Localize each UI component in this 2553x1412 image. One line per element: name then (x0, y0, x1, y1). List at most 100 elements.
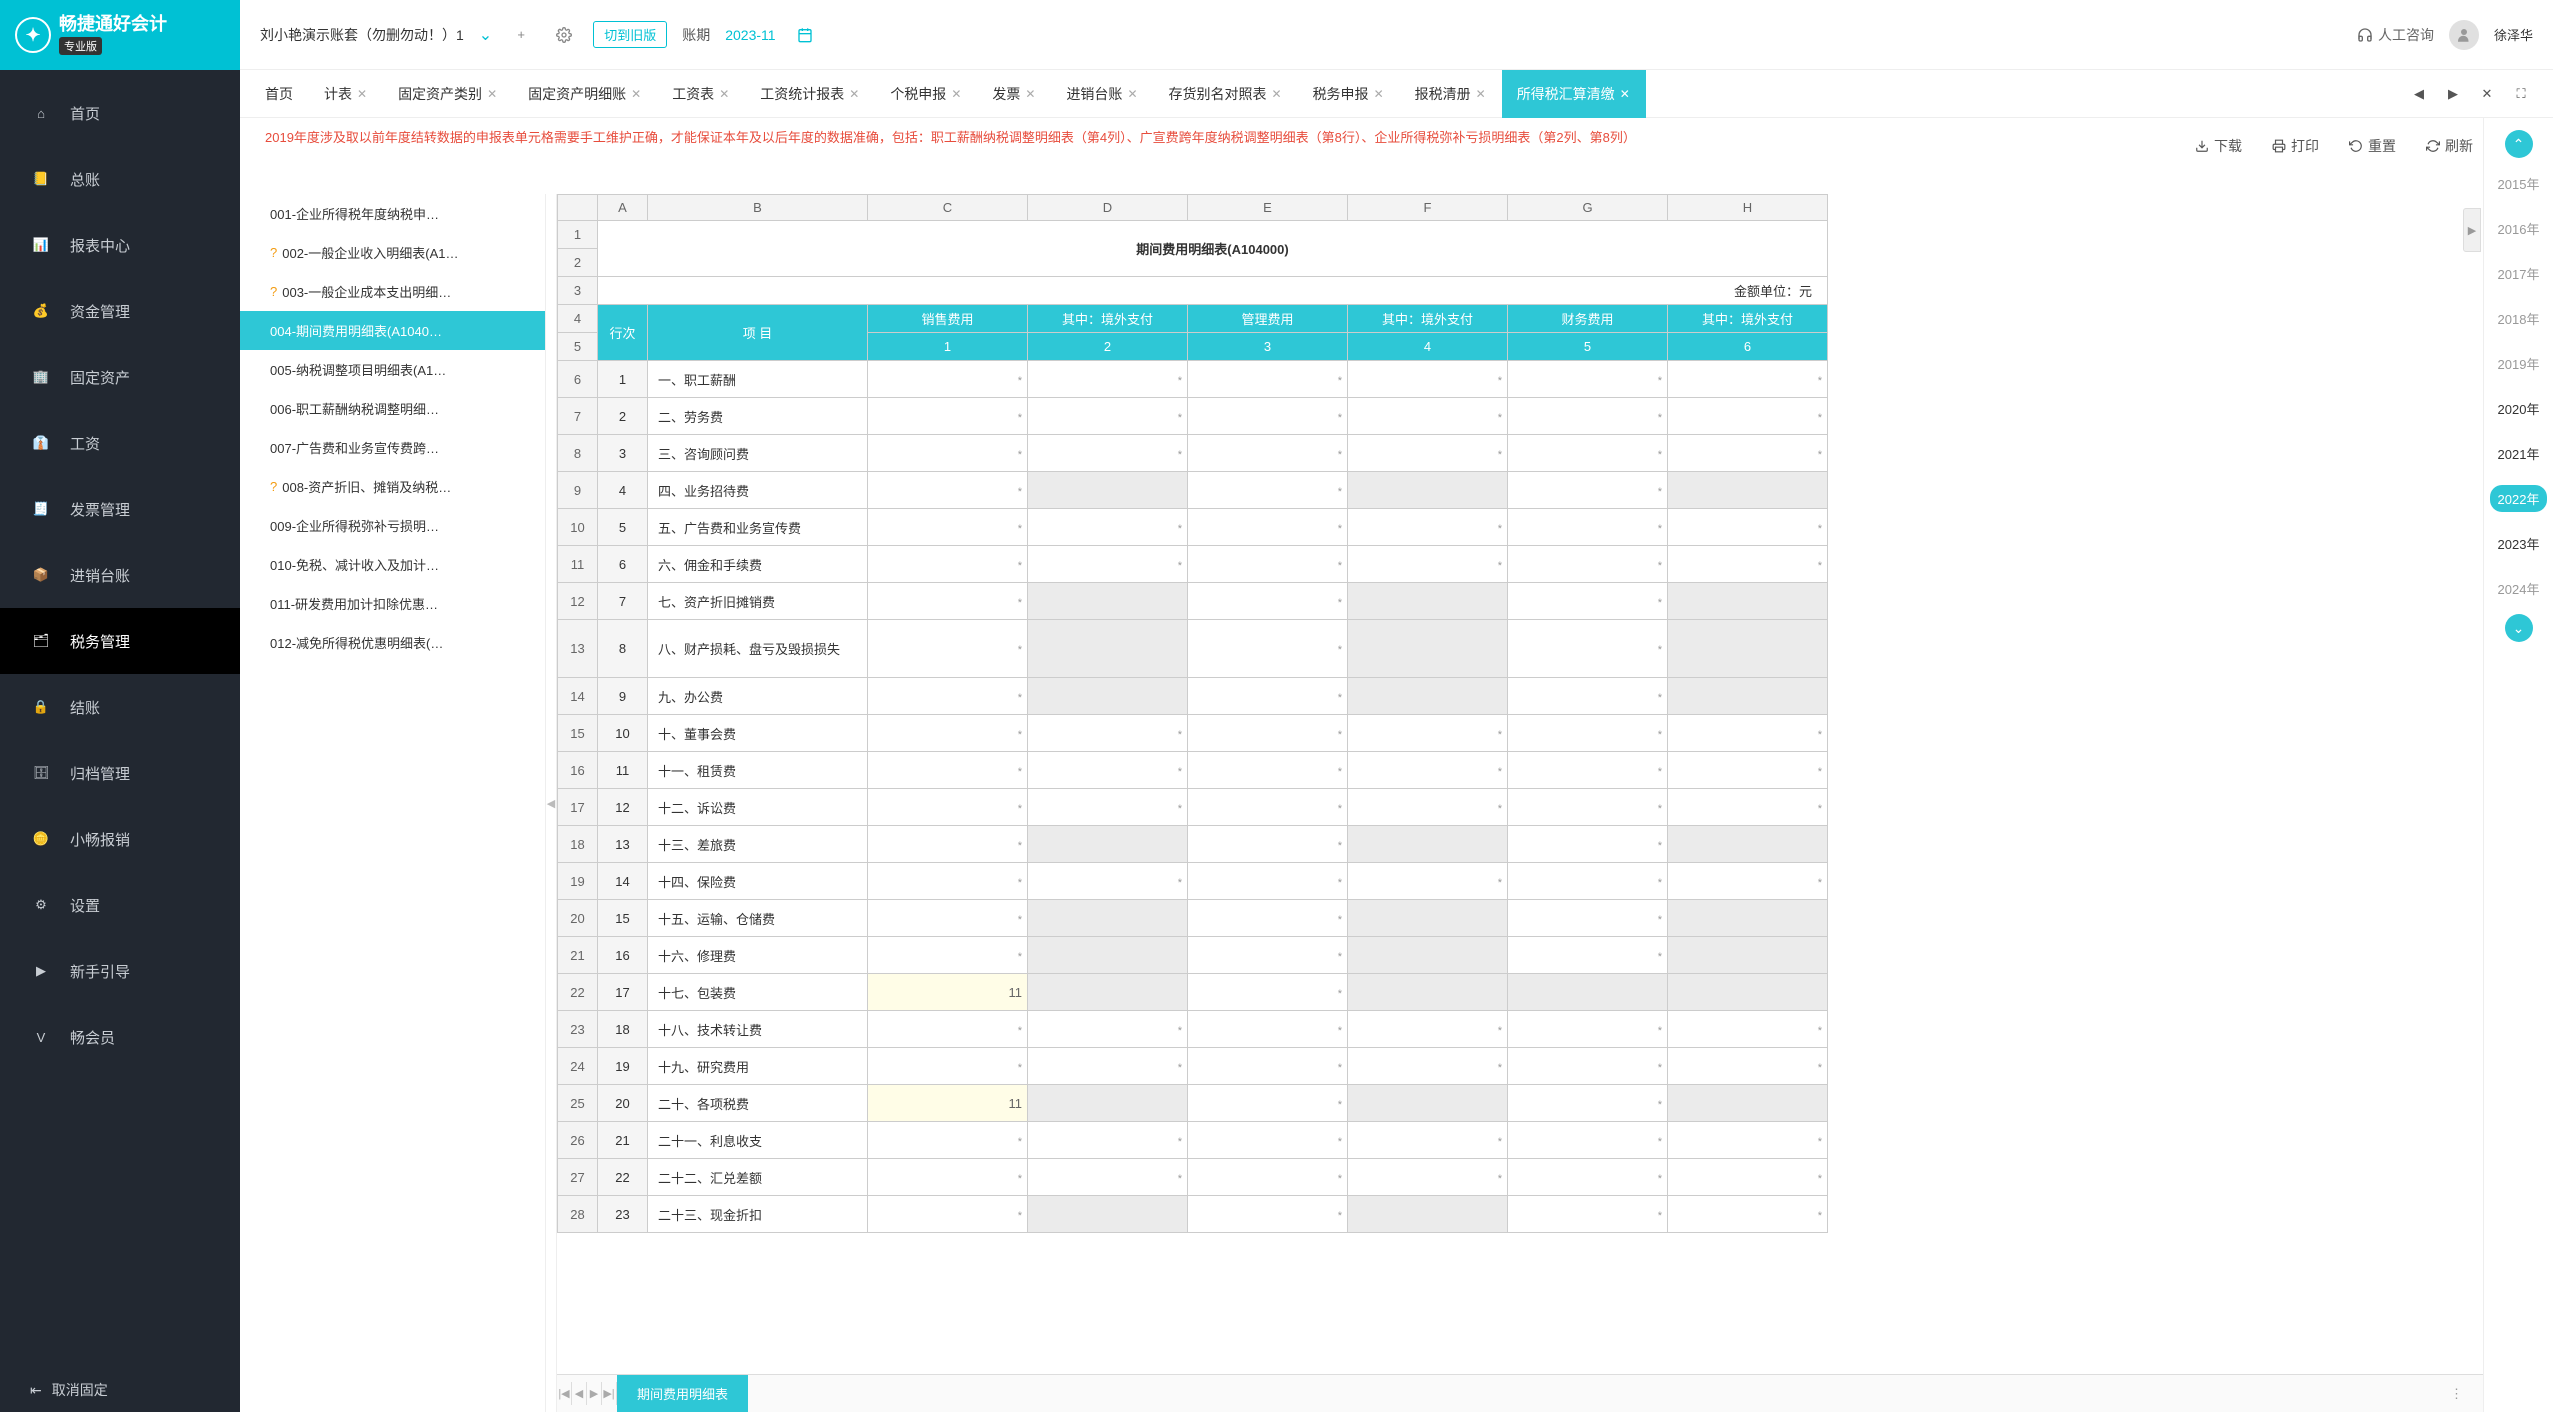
tab-11[interactable]: 报税清册✕ (1400, 70, 1502, 118)
value-cell[interactable]: * (868, 583, 1028, 620)
tab-close-icon[interactable]: ✕ (357, 87, 367, 101)
value-cell[interactable]: * (1508, 678, 1668, 715)
year-2018年[interactable]: 2018年 (2490, 305, 2548, 332)
value-cell[interactable]: * (868, 1011, 1028, 1048)
value-cell[interactable]: * (1188, 678, 1348, 715)
value-cell[interactable]: * (1668, 752, 1828, 789)
value-cell[interactable]: * (1508, 789, 1668, 826)
value-cell[interactable]: * (868, 826, 1028, 863)
nav-item-7[interactable]: 📦进销台账 (0, 542, 240, 608)
value-cell[interactable]: * (1028, 863, 1188, 900)
tab-close-icon[interactable]: ✕ (1374, 87, 1384, 101)
value-cell[interactable]: * (1028, 509, 1188, 546)
value-cell[interactable]: * (1348, 789, 1508, 826)
account-settings-button[interactable] (550, 21, 578, 49)
year-2021年[interactable]: 2021年 (2490, 440, 2548, 467)
value-cell[interactable]: * (1028, 1159, 1188, 1196)
value-cell[interactable]: * (1188, 361, 1348, 398)
value-cell[interactable]: * (1508, 1048, 1668, 1085)
value-cell[interactable]: * (868, 789, 1028, 826)
new-account-button[interactable]: + (507, 21, 535, 49)
value-cell[interactable]: * (868, 900, 1028, 937)
value-cell[interactable]: 11 (868, 1085, 1028, 1122)
value-cell[interactable]: * (868, 715, 1028, 752)
splitter[interactable]: ◀ (545, 194, 557, 1412)
tab-1[interactable]: 计表✕ (309, 70, 383, 118)
value-cell[interactable]: * (1188, 620, 1348, 678)
value-cell[interactable]: * (1508, 435, 1668, 472)
unpin-button[interactable]: ⇤ 取消固定 (0, 1368, 240, 1412)
tab-2[interactable]: 固定资产类别✕ (383, 70, 513, 118)
nav-item-9[interactable]: 🔒结账 (0, 674, 240, 740)
value-cell[interactable]: * (1188, 1159, 1348, 1196)
tab-close-icon[interactable]: ✕ (719, 87, 729, 101)
year-2016年[interactable]: 2016年 (2490, 215, 2548, 242)
switch-old-button[interactable]: 切到旧版 (593, 21, 667, 48)
tab-next-button[interactable]: ▶ (2441, 82, 2465, 106)
value-cell[interactable]: * (1508, 863, 1668, 900)
value-cell[interactable]: * (1348, 1048, 1508, 1085)
value-cell[interactable]: * (1668, 1048, 1828, 1085)
period-value[interactable]: 2023-11 (725, 27, 775, 43)
value-cell[interactable]: * (1668, 715, 1828, 752)
value-cell[interactable]: * (1188, 398, 1348, 435)
value-cell[interactable]: * (1668, 1122, 1828, 1159)
tree-item-2[interactable]: ?003-一般企业成本支出明细… (240, 272, 545, 311)
value-cell[interactable]: * (1508, 752, 1668, 789)
tab-close-icon[interactable]: ✕ (1025, 87, 1035, 101)
col-header[interactable]: A (598, 195, 648, 221)
value-cell[interactable]: * (1028, 398, 1188, 435)
value-cell[interactable]: * (1668, 1196, 1828, 1233)
value-cell[interactable]: * (868, 509, 1028, 546)
tab-close-icon[interactable]: ✕ (849, 87, 859, 101)
year-2024年[interactable]: 2024年 (2490, 575, 2548, 602)
value-cell[interactable]: * (1188, 863, 1348, 900)
download-button[interactable]: 下载 (2195, 136, 2242, 156)
tab-4[interactable]: 工资表✕ (657, 70, 745, 118)
tab-3[interactable]: 固定资产明细账✕ (513, 70, 657, 118)
value-cell[interactable]: * (868, 752, 1028, 789)
value-cell[interactable]: * (868, 546, 1028, 583)
tab-fullscreen-button[interactable]: ⛶ (2509, 82, 2533, 106)
expand-year-rail[interactable]: ▶ (2463, 208, 2481, 252)
value-cell[interactable]: * (1348, 435, 1508, 472)
tab-close-icon[interactable]: ✕ (1476, 87, 1486, 101)
tree-item-10[interactable]: 011-研发费用加计扣除优惠… (240, 584, 545, 623)
tab-6[interactable]: 个税申报✕ (875, 70, 977, 118)
value-cell[interactable]: * (1188, 1196, 1348, 1233)
value-cell[interactable]: * (1188, 826, 1348, 863)
value-cell[interactable]: * (868, 361, 1028, 398)
calendar-icon[interactable] (791, 21, 819, 49)
value-cell[interactable]: * (1508, 1122, 1668, 1159)
value-cell[interactable]: * (1508, 826, 1668, 863)
value-cell[interactable]: * (868, 398, 1028, 435)
tab-close-icon[interactable]: ✕ (1272, 87, 1282, 101)
avatar[interactable] (2449, 20, 2479, 50)
nav-item-5[interactable]: 👔工资 (0, 410, 240, 476)
value-cell[interactable]: * (1188, 1048, 1348, 1085)
value-cell[interactable]: * (868, 1159, 1028, 1196)
value-cell[interactable]: * (1188, 472, 1348, 509)
year-2023年[interactable]: 2023年 (2490, 530, 2548, 557)
value-cell[interactable]: * (1028, 435, 1188, 472)
value-cell[interactable]: * (1508, 900, 1668, 937)
tab-12[interactable]: 所得税汇算清缴✕ (1502, 70, 1646, 118)
value-cell[interactable]: * (1188, 509, 1348, 546)
year-down-button[interactable]: ⌄ (2505, 614, 2533, 642)
value-cell[interactable]: * (868, 678, 1028, 715)
value-cell[interactable]: * (1668, 361, 1828, 398)
value-cell[interactable]: * (1028, 1122, 1188, 1159)
reset-button[interactable]: 重置 (2349, 136, 2396, 156)
value-cell[interactable]: * (868, 863, 1028, 900)
value-cell[interactable]: * (1188, 974, 1348, 1011)
value-cell[interactable]: * (1188, 900, 1348, 937)
tab-0[interactable]: 首页 (250, 70, 309, 118)
nav-item-3[interactable]: 💰资金管理 (0, 278, 240, 344)
value-cell[interactable]: 11 (868, 974, 1028, 1011)
value-cell[interactable]: * (1188, 715, 1348, 752)
year-up-button[interactable]: ⌃ (2505, 130, 2533, 158)
consult-button[interactable]: 人工咨询 (2357, 25, 2434, 45)
nav-item-10[interactable]: 🗄归档管理 (0, 740, 240, 806)
value-cell[interactable]: * (1188, 546, 1348, 583)
tree-item-0[interactable]: 001-企业所得税年度纳税申… (240, 194, 545, 233)
